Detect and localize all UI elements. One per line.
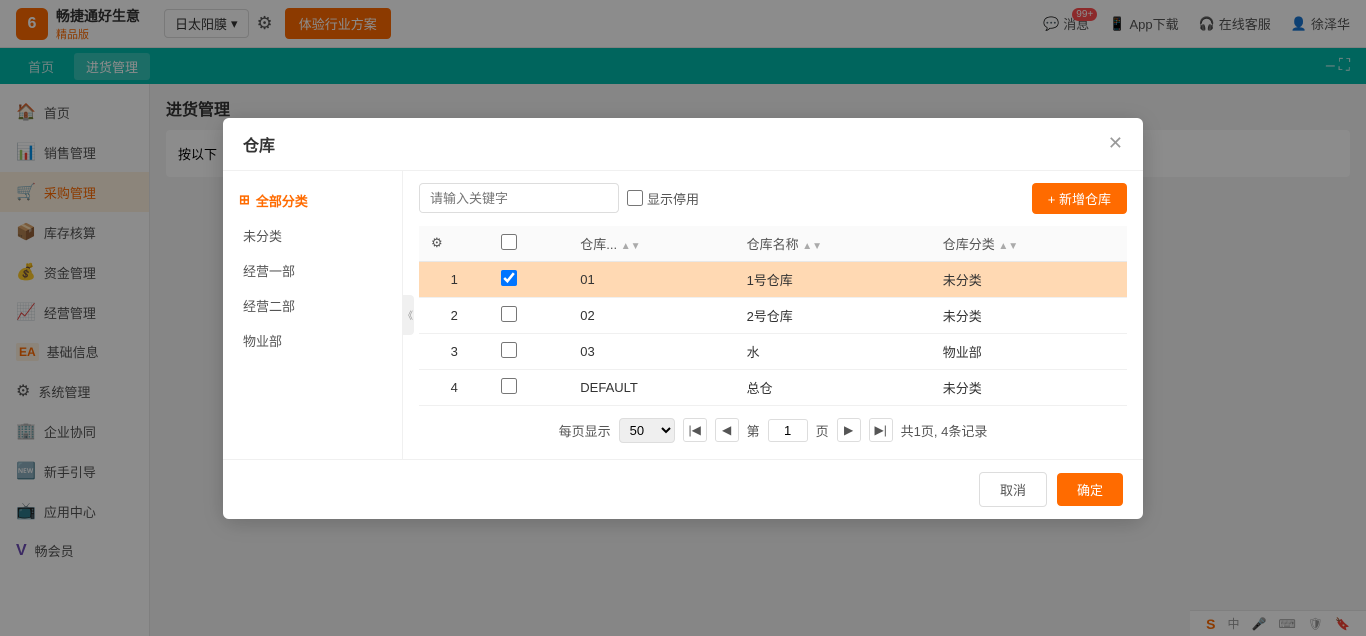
table-head: ⚙ 仓库... ▲▼ 仓库名称 ▲▼ 仓库分类 ▲▼: [419, 226, 1127, 262]
modal-close-button[interactable]: ✕: [1108, 133, 1123, 154]
row-num: 2: [419, 297, 489, 333]
row-category: 物业部: [931, 333, 1127, 369]
th-name[interactable]: 仓库名称 ▲▼: [735, 226, 931, 262]
row-checkbox[interactable]: [501, 342, 517, 358]
modal-header: 仓库 ✕: [223, 118, 1143, 171]
pagination: 每页显示 50 100 200 |◀ ◀ 第 页 ▶ ▶| 共1页, 4条记录: [419, 406, 1127, 447]
table-toolbar: 🔍 显示停用 + 新增仓库: [419, 183, 1127, 214]
search-input-wrap: 🔍: [419, 183, 619, 213]
th-checkbox: [489, 226, 568, 262]
warehouse-table: ⚙ 仓库... ▲▼ 仓库名称 ▲▼ 仓库分类 ▲▼ 1 01 1号仓库 未分类: [419, 226, 1127, 406]
page-suffix: 页: [816, 421, 829, 440]
add-warehouse-button[interactable]: + 新增仓库: [1032, 183, 1127, 214]
row-name: 2号仓库: [735, 297, 931, 333]
modal-title: 仓库: [243, 132, 275, 156]
select-all-checkbox[interactable]: [501, 234, 517, 250]
row-checkbox-cell: [489, 297, 568, 333]
grid-icon: ⊞: [239, 192, 250, 208]
category-panel: ⊞ 全部分类 未分类 经营一部 经营二部 物业部 《: [223, 171, 403, 459]
table-container: ⚙ 仓库... ▲▼ 仓库名称 ▲▼ 仓库分类 ▲▼ 1 01 1号仓库 未分类: [419, 226, 1127, 406]
category-item-ops1[interactable]: 经营一部: [223, 253, 402, 288]
modal-footer: 取消 确定: [223, 459, 1143, 519]
confirm-button[interactable]: 确定: [1057, 473, 1123, 506]
row-num: 3: [419, 333, 489, 369]
category-all[interactable]: ⊞ 全部分类: [223, 183, 402, 218]
next-page-button[interactable]: ▶: [837, 418, 861, 442]
show-disabled-label: 显示停用: [647, 189, 699, 208]
row-code: 03: [568, 333, 734, 369]
category-item-uncategorized[interactable]: 未分类: [223, 218, 402, 253]
row-checkbox[interactable]: [501, 378, 517, 394]
table-row[interactable]: 1 01 1号仓库 未分类: [419, 261, 1127, 297]
category-item-ops2[interactable]: 经营二部: [223, 288, 402, 323]
row-num: 4: [419, 369, 489, 405]
page-label: 第: [747, 421, 760, 440]
modal-overlay: 仓库 ✕ ⊞ 全部分类 未分类 经营一部 经营二部 物业部 《: [0, 0, 1366, 636]
total-info: 共1页, 4条记录: [901, 421, 988, 440]
modal-body: ⊞ 全部分类 未分类 经营一部 经营二部 物业部 《 🔍: [223, 171, 1143, 459]
warehouse-modal: 仓库 ✕ ⊞ 全部分类 未分类 经营一部 经营二部 物业部 《: [223, 118, 1143, 519]
show-disabled-checkbox[interactable]: [627, 190, 643, 206]
category-all-label: 全部分类: [256, 191, 308, 210]
table-panel: 🔍 显示停用 + 新增仓库 ⚙: [403, 171, 1143, 459]
row-name: 水: [735, 333, 931, 369]
collapse-panel-button[interactable]: 《: [402, 295, 414, 335]
row-name: 1号仓库: [735, 261, 931, 297]
th-code[interactable]: 仓库... ▲▼: [568, 226, 734, 262]
row-code: 01: [568, 261, 734, 297]
row-category: 未分类: [931, 297, 1127, 333]
th-category[interactable]: 仓库分类 ▲▼: [931, 226, 1127, 262]
row-checkbox-cell: [489, 369, 568, 405]
th-gear: ⚙: [419, 226, 489, 262]
search-input[interactable]: [420, 185, 616, 212]
cancel-button[interactable]: 取消: [979, 472, 1047, 507]
category-item-property[interactable]: 物业部: [223, 323, 402, 358]
row-code: DEFAULT: [568, 369, 734, 405]
first-page-button[interactable]: |◀: [683, 418, 707, 442]
prev-page-button[interactable]: ◀: [715, 418, 739, 442]
row-checkbox-cell: [489, 261, 568, 297]
table-row[interactable]: 3 03 水 物业部: [419, 333, 1127, 369]
row-code: 02: [568, 297, 734, 333]
row-num: 1: [419, 261, 489, 297]
page-number-input[interactable]: [768, 419, 808, 442]
table-row[interactable]: 4 DEFAULT 总仓 未分类: [419, 369, 1127, 405]
row-checkbox[interactable]: [501, 270, 517, 286]
search-button[interactable]: 🔍: [616, 184, 619, 212]
last-page-button[interactable]: ▶|: [869, 418, 893, 442]
row-checkbox-cell: [489, 333, 568, 369]
show-disabled-wrap: 显示停用: [627, 189, 699, 208]
row-category: 未分类: [931, 369, 1127, 405]
per-page-select[interactable]: 50 100 200: [619, 418, 675, 443]
per-page-label: 每页显示: [559, 421, 611, 440]
table-row[interactable]: 2 02 2号仓库 未分类: [419, 297, 1127, 333]
row-name: 总仓: [735, 369, 931, 405]
row-checkbox[interactable]: [501, 306, 517, 322]
table-body: 1 01 1号仓库 未分类 2 02 2号仓库 未分类 3 03 水 物业部 4…: [419, 261, 1127, 405]
row-category: 未分类: [931, 261, 1127, 297]
